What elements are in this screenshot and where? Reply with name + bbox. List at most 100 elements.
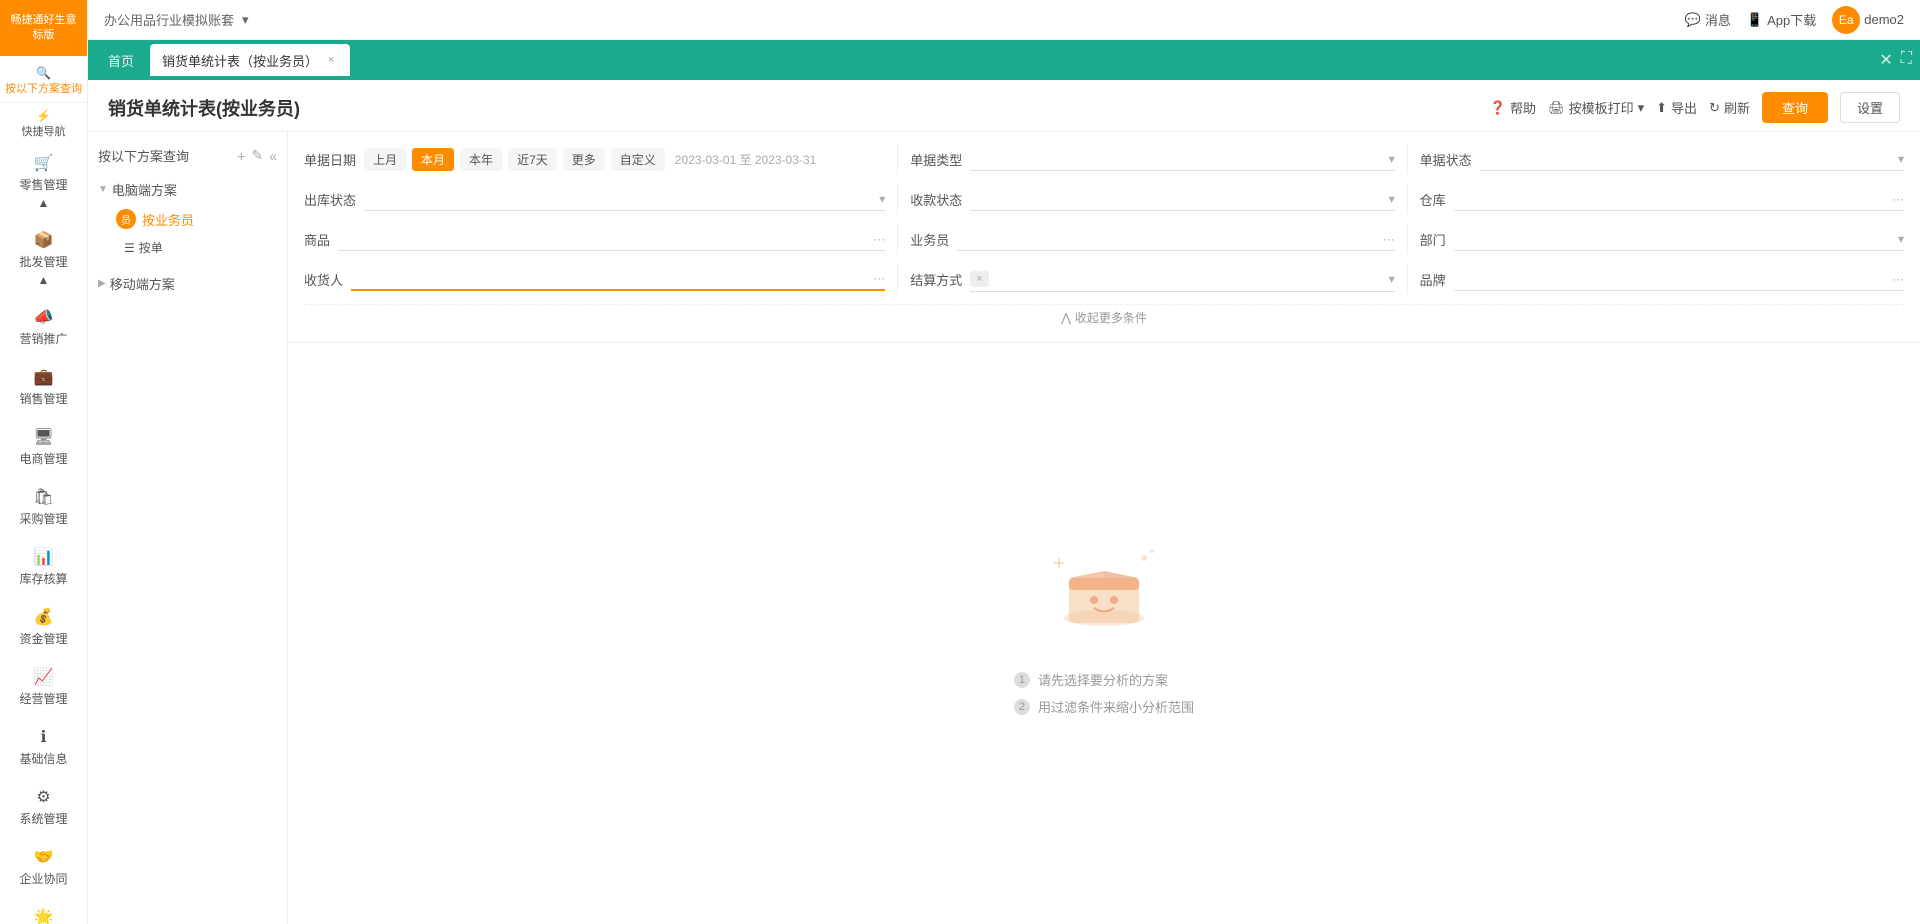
main-area: 办公用品行业模拟账套 ▾ 💬 消息 📱 App下载 Ea demo2 首页	[88, 0, 1920, 924]
sidebar-item-purchase[interactable]: 🛍 采购管理	[0, 477, 87, 537]
filter-row-2: 出库状态 ▾ 收款状态 ▾	[304, 184, 1904, 214]
tab-home[interactable]: 首页	[96, 44, 146, 76]
doc-status-dropdown-icon[interactable]: ▾	[1898, 152, 1904, 166]
active-scheme-dot: 员	[116, 209, 136, 229]
filter-sep-4	[1407, 184, 1408, 214]
print-dropdown-icon[interactable]: ▾	[1638, 100, 1645, 116]
empty-steps: 1 请先选择要分析的方案 2 用过滤条件来缩小分析范围	[1014, 670, 1194, 724]
collapse-btn[interactable]: ⋀ 收起更多条件	[1061, 309, 1147, 326]
user-menu[interactable]: Ea demo2	[1832, 6, 1904, 34]
filter-sep-6	[1407, 224, 1408, 254]
last-month-btn[interactable]: 上月	[364, 148, 406, 171]
help-btn[interactable]: ❓ 帮助	[1490, 98, 1536, 117]
tab-close-window-icon[interactable]: ✕	[1879, 50, 1892, 70]
consignee-filter: 收货人 ···	[304, 267, 885, 291]
mobile-group-label: 移动端方案	[110, 274, 175, 293]
export-btn[interactable]: ⬆ 导出	[1656, 98, 1697, 117]
desktop-section: ▼ 电脑端方案 员 按业务员 ☰ 按单	[88, 171, 287, 265]
mobile-group[interactable]: ▶ 移动端方案	[88, 269, 287, 298]
sidebar-search[interactable]: 🔍 按以下方案查询	[0, 56, 87, 103]
filter-sep-2	[1407, 144, 1408, 174]
doc-type-filter: 单据类型 ▾	[910, 148, 1394, 171]
out-status-dropdown-icon[interactable]: ▾	[879, 192, 885, 206]
order-icon: ☰	[124, 241, 135, 255]
print-btn[interactable]: 🖨 按模板打印 ▾	[1548, 98, 1644, 117]
sidebar-item-basic[interactable]: ℹ 基础信息	[0, 717, 87, 777]
doc-status-label: 单据状态	[1420, 150, 1472, 169]
industry-selector[interactable]: 办公用品行业模拟账套 ▾	[104, 10, 249, 29]
sidebar-item-retail[interactable]: 🛒 零售管理 ▲	[0, 143, 87, 220]
warehouse-label: 仓库	[1420, 190, 1446, 209]
right-area: 单据日期 上月 本月 本年 近7天 更多 自定义 2023-03-01 至 20…	[288, 132, 1920, 924]
brand-more-icon[interactable]: ···	[1892, 272, 1904, 286]
custom-btn[interactable]: 自定义	[611, 148, 665, 171]
header-actions: 💬 消息 📱 App下载 Ea demo2	[1685, 6, 1904, 34]
chevron-down-icon: ▼	[98, 184, 108, 195]
this-month-btn[interactable]: 本月	[412, 148, 454, 171]
left-panel-icons: + ✎ «	[237, 147, 277, 164]
collapse-panel-icon[interactable]: «	[269, 148, 277, 164]
sidebar-item-business[interactable]: 📈 经营管理	[0, 657, 87, 717]
last7-btn[interactable]: 近7天	[508, 148, 557, 171]
filter-area: 单据日期 上月 本月 本年 近7天 更多 自定义 2023-03-01 至 20…	[288, 132, 1920, 343]
sidebar-shortcut-nav[interactable]: ⚡ 快捷导航	[0, 103, 87, 143]
settlement-dropdown-icon[interactable]: ▾	[1389, 272, 1395, 286]
product-more-icon[interactable]: ···	[873, 232, 885, 246]
settings-button[interactable]: 设置	[1840, 92, 1900, 123]
sidebar-item-ecommerce[interactable]: 🖥 电商管理	[0, 417, 87, 477]
filter-row-1: 单据日期 上月 本月 本年 近7天 更多 自定义 2023-03-01 至 20…	[304, 144, 1904, 174]
date-filter: 上月 本月 本年 近7天 更多 自定义 2023-03-01 至 2023-03…	[364, 148, 885, 171]
salesperson-more-icon[interactable]: ···	[1383, 232, 1395, 246]
consignee-more-icon[interactable]: ···	[873, 271, 885, 285]
sidebar-item-wholesale[interactable]: 📦 批发管理 ▲	[0, 220, 87, 297]
out-status-filter: 出库状态 ▾	[304, 188, 885, 211]
page-actions: ❓ 帮助 🖨 按模板打印 ▾ ⬆ 导出 ↻ 刷新 查询 设置	[1490, 92, 1900, 123]
add-scheme-icon[interactable]: +	[237, 148, 245, 164]
doc-type-dropdown-icon[interactable]: ▾	[1389, 152, 1395, 166]
sidebar-item-sales[interactable]: 💼 销售管理	[0, 357, 87, 417]
tab-maximize-icon[interactable]: ⛶	[1901, 50, 1912, 70]
sidebar-item-marketing[interactable]: 📣 营销推广	[0, 297, 87, 357]
scheme-by-salesperson[interactable]: 员 按业务员	[88, 204, 287, 234]
product-label: 商品	[304, 230, 330, 249]
settlement-tag-close[interactable]: ×	[976, 273, 982, 285]
tab-close-icon[interactable]: ×	[324, 53, 338, 67]
empty-state: 1 请先选择要分析的方案 2 用过滤条件来缩小分析范围	[288, 343, 1920, 924]
scheme-by-order[interactable]: ☰ 按单	[88, 234, 287, 261]
sidebar-item-guide[interactable]: 🌟 新手引导	[0, 897, 87, 924]
chevron-down-icon[interactable]: ▾	[242, 12, 249, 28]
messages-btn[interactable]: 💬 消息	[1685, 10, 1731, 29]
filter-sep-7	[897, 264, 898, 294]
department-label: 部门	[1420, 230, 1446, 249]
print-icon: 🖨	[1548, 100, 1565, 116]
sidebar-item-finance[interactable]: 💰 资金管理	[0, 597, 87, 657]
desktop-group[interactable]: ▼ 电脑端方案	[88, 175, 287, 204]
left-panel-header: 按以下方案查询 + ✎ «	[88, 140, 287, 171]
sidebar-item-enterprise[interactable]: 🤝 企业协同	[0, 837, 87, 897]
salesperson-filter: 业务员 ···	[910, 228, 1394, 251]
mobile-section: ▶ 移动端方案	[88, 265, 287, 302]
collect-status-dropdown-icon[interactable]: ▾	[1389, 192, 1395, 206]
sidebar-item-system[interactable]: ⚙ 系统管理	[0, 777, 87, 837]
more-btn[interactable]: 更多	[563, 148, 605, 171]
doc-type-label: 单据类型	[910, 150, 962, 169]
warehouse-more-icon[interactable]: ···	[1892, 192, 1904, 206]
department-dropdown-icon[interactable]: ▾	[1898, 232, 1904, 246]
message-icon: 💬	[1685, 12, 1701, 28]
refresh-btn[interactable]: ↻ 刷新	[1709, 98, 1750, 117]
desktop-group-label: 电脑端方案	[112, 180, 177, 199]
edit-scheme-icon[interactable]: ✎	[251, 147, 263, 164]
sidebar-item-inventory[interactable]: 📊 库存核算	[0, 537, 87, 597]
query-button[interactable]: 查询	[1762, 92, 1828, 123]
sidebar-logo-text: 畅捷通好生意 标版	[11, 13, 77, 44]
page-header: 销货单统计表(按业务员) ❓ 帮助 🖨 按模板打印 ▾ ⬆ 导出 ↻ 刷新	[88, 80, 1920, 132]
empty-svg-icon	[1044, 543, 1164, 643]
empty-step-1: 1 请先选择要分析的方案	[1014, 670, 1194, 689]
tab-bar: 首页 销货单统计表（按业务员） × ✕ ⛶	[88, 40, 1920, 80]
product-filter: 商品 ···	[304, 228, 885, 251]
page-title: 销货单统计表(按业务员)	[108, 95, 300, 121]
export-icon: ⬆	[1656, 100, 1667, 116]
tab-sales-stats[interactable]: 销货单统计表（按业务员） ×	[150, 44, 350, 76]
this-year-btn[interactable]: 本年	[460, 148, 502, 171]
app-download-btn[interactable]: 📱 App下载	[1747, 10, 1816, 29]
